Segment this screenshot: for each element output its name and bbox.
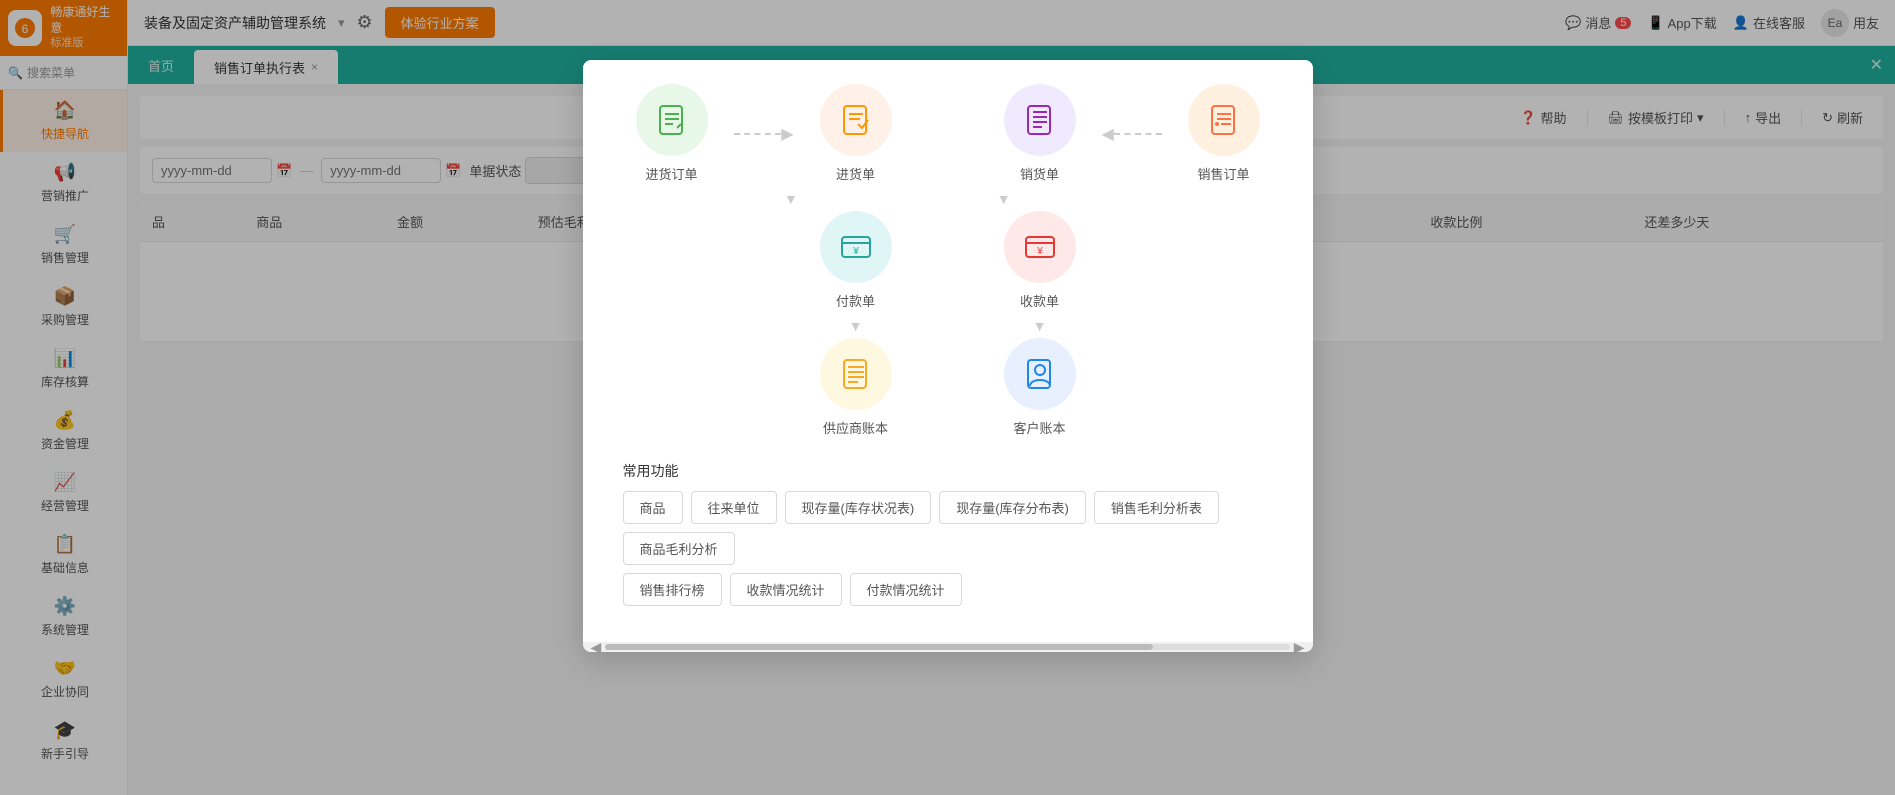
supplier-ledger-node[interactable]: 供应商账本: [820, 338, 892, 437]
arrow-down-1: ▼: [755, 191, 827, 207]
sale-order-node[interactable]: 销售订单: [1188, 84, 1260, 183]
func-buttons-row-1: 商品 往来单位 现存量(库存状况表) 现存量(库存分布表) 销售毛利分析表 商品…: [623, 491, 1273, 565]
func-btn-product[interactable]: 商品: [623, 491, 683, 524]
supplier-ledger-circle: [820, 338, 892, 410]
spacer-4: [1080, 191, 1140, 207]
svg-text:¥: ¥: [1036, 246, 1043, 257]
popup-content: 进货订单 ▶ 进货单: [583, 60, 1313, 634]
payment-bill-node[interactable]: ¥ 付款单: [820, 211, 892, 310]
receipt-bill-circle: ¥: [1004, 211, 1076, 283]
func-btn-stock-dist[interactable]: 现存量(库存分布表): [939, 491, 1086, 524]
func-btn-receipt-stats[interactable]: 收款情况统计: [730, 573, 842, 606]
purchase-order-circle: [636, 84, 708, 156]
receipt-bill-node[interactable]: ¥ 收款单: [1004, 211, 1076, 310]
spacer-13: [918, 318, 978, 334]
scroll-right-btn[interactable]: ▶: [1290, 639, 1309, 653]
spacer-11: [636, 318, 708, 334]
common-functions-title: 常用功能: [623, 461, 1273, 481]
purchase-bill-node[interactable]: 进货单: [820, 84, 892, 183]
receipt-bill-label: 收款单: [1020, 291, 1059, 310]
customer-ledger-node[interactable]: 客户账本: [1004, 338, 1076, 437]
svg-text:¥: ¥: [852, 246, 859, 257]
spacer-12: [734, 318, 794, 334]
purchase-bill-label: 进货单: [836, 164, 875, 183]
payment-bill-circle: ¥: [820, 211, 892, 283]
func-btn-product-profit[interactable]: 商品毛利分析: [623, 532, 735, 565]
payment-bill-label: 付款单: [836, 291, 875, 310]
customer-ledger-label: 客户账本: [1013, 418, 1065, 437]
purchase-bill-circle: [820, 84, 892, 156]
sale-bill-circle: [1004, 84, 1076, 156]
overlay[interactable]: 进货订单 ▶ 进货单: [0, 0, 1895, 795]
arrow-down-2: ▼: [968, 191, 1040, 207]
sale-order-circle: [1188, 84, 1260, 156]
func-buttons-row-2: 销售排行榜 收款情况统计 付款情况统计: [623, 573, 1273, 606]
arrow-purchase-order-to-bill: ▶: [734, 124, 794, 144]
scrollbar-thumb[interactable]: [605, 644, 1153, 650]
spacer-5: [1180, 191, 1252, 207]
func-btn-partners[interactable]: 往来单位: [691, 491, 777, 524]
purchase-order-node[interactable]: 进货订单: [636, 84, 708, 183]
func-btn-payment-stats[interactable]: 付款情况统计: [850, 573, 962, 606]
scroll-left-btn[interactable]: ◀: [587, 639, 606, 653]
popup-scrollbar: ◀ ▶: [583, 642, 1313, 652]
sale-bill-node[interactable]: 销货单: [1004, 84, 1076, 183]
spacer-2: [643, 191, 715, 207]
customer-ledger-circle: [1004, 338, 1076, 410]
func-btn-sales-profit[interactable]: 销售毛利分析表: [1094, 491, 1219, 524]
spacer-3: [867, 191, 927, 207]
func-btn-stock-status[interactable]: 现存量(库存状况表): [785, 491, 932, 524]
arrow-down-3: ▼: [820, 318, 892, 334]
common-functions: 常用功能 商品 往来单位 现存量(库存状况表) 现存量(库存分布表) 销售毛利分…: [623, 461, 1273, 606]
flow-diagram: 进货订单 ▶ 进货单: [623, 84, 1273, 437]
sale-order-label: 销售订单: [1197, 164, 1249, 183]
sale-bill-label: 销货单: [1020, 164, 1059, 183]
arrow-down-4: ▼: [1004, 318, 1076, 334]
func-btn-sales-ranking[interactable]: 销售排行榜: [623, 573, 722, 606]
purchase-order-label: 进货订单: [645, 164, 697, 183]
arrow-sale-order-to-bill: ◀: [1102, 124, 1162, 144]
supplier-ledger-label: 供应商账本: [823, 418, 888, 437]
popup: 进货订单 ▶ 进货单: [583, 60, 1313, 652]
scrollbar-track: [605, 644, 1289, 650]
spacer-14: [1102, 318, 1162, 334]
spacer-15: [1188, 318, 1260, 334]
